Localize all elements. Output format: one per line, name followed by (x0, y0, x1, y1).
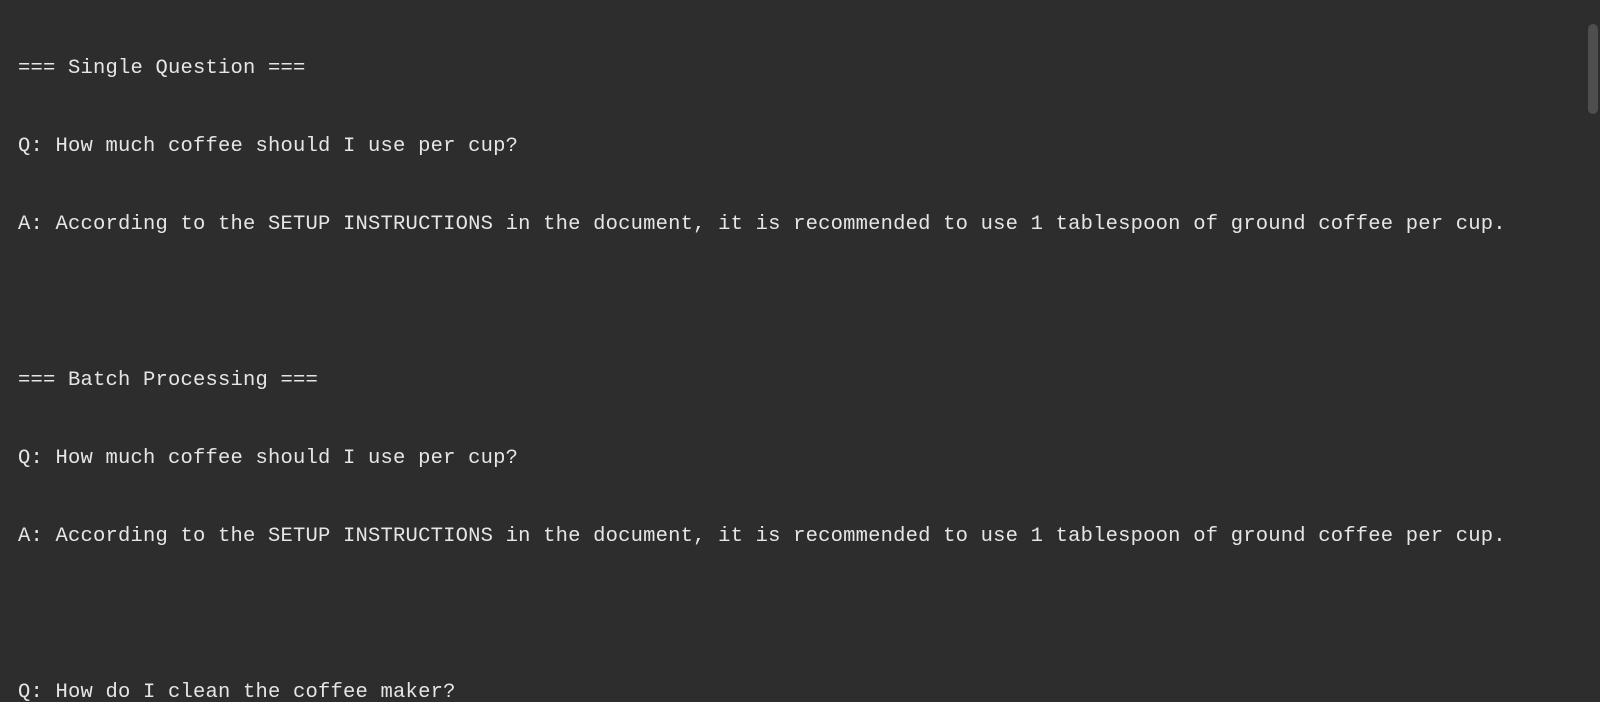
scrollbar-track[interactable] (1586, 0, 1600, 702)
output-line: A: According to the SETUP INSTRUCTIONS i… (18, 524, 1600, 550)
terminal-output[interactable]: === Single Question === Q: How much coff… (0, 0, 1600, 702)
output-line: Q: How much coffee should I use per cup? (18, 134, 1600, 160)
output-line: === Batch Processing === (18, 368, 1600, 394)
output-line: A: According to the SETUP INSTRUCTIONS i… (18, 212, 1600, 238)
output-line: Q: How do I clean the coffee maker? (18, 680, 1600, 702)
scrollbar-thumb[interactable] (1588, 24, 1598, 114)
output-line: Q: How much coffee should I use per cup? (18, 446, 1600, 472)
output-line: === Single Question === (18, 56, 1600, 82)
output-line (18, 602, 1600, 628)
output-line (18, 290, 1600, 316)
